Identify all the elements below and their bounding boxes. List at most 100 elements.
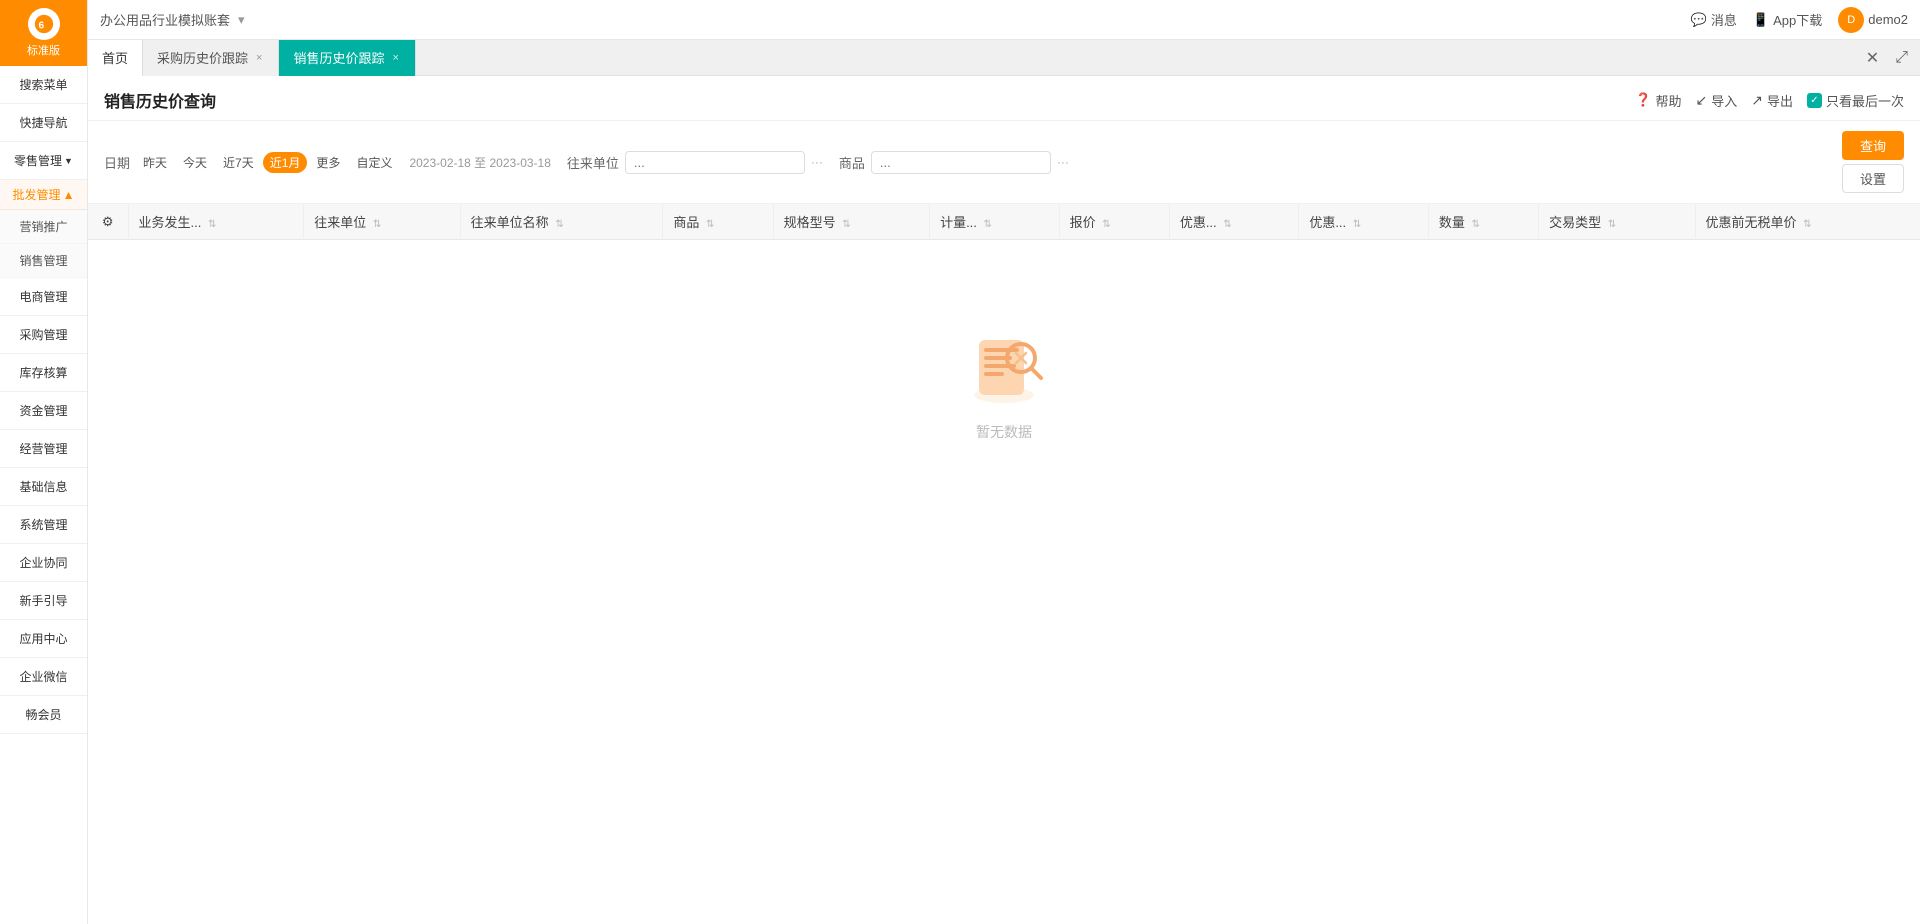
- sidebar-item-label: 资金管理: [19, 404, 67, 418]
- import-icon: ↙: [1695, 92, 1707, 109]
- sidebar-item-system[interactable]: 系统管理: [0, 506, 87, 544]
- table-col-spec[interactable]: 规格型号 ⇅: [773, 204, 929, 240]
- sidebar-item-label: 批发管理: [13, 186, 61, 203]
- sidebar-item-search[interactable]: 搜索菜单: [0, 66, 87, 104]
- table-col-partner-name[interactable]: 往来单位名称 ⇅: [460, 204, 663, 240]
- table-col-pretax-price[interactable]: 优惠前无税单价 ⇅: [1695, 204, 1920, 240]
- date-opt-7days[interactable]: 近7天: [216, 152, 261, 173]
- app-title-dropdown-icon[interactable]: ▾: [238, 12, 245, 28]
- query-button[interactable]: 查询: [1842, 131, 1904, 160]
- table-col-biz-date[interactable]: 业务发生... ⇅: [128, 204, 304, 240]
- empty-state: 暂无数据: [88, 240, 1920, 502]
- top-bar: 办公用品行业模拟账套 ▾ 💬 消息 📱 App下载 D demo2: [88, 0, 1920, 40]
- sidebar-item-basic[interactable]: 基础信息: [0, 468, 87, 506]
- partner-filter-group: 往来单位 ···: [567, 151, 823, 174]
- table-col-partner-code[interactable]: 往来单位 ⇅: [304, 204, 460, 240]
- tab-sales-history-label: 销售历史价跟踪: [293, 48, 384, 67]
- sidebar-item-label: 新手引导: [19, 594, 67, 608]
- sort-icon: ⇅: [208, 219, 216, 230]
- table-col-product[interactable]: 商品 ⇅: [663, 204, 773, 240]
- page-content: 销售历史价查询 ❓ 帮助 ↙ 导入 ↗ 导出 ✓ 只: [88, 76, 1920, 924]
- export-button[interactable]: ↗ 导出: [1751, 91, 1793, 110]
- sidebar-item-wechat[interactable]: 企业微信: [0, 658, 87, 696]
- sidebar-item-sales[interactable]: 销售管理: [0, 244, 87, 278]
- table-col-discount2[interactable]: 优惠... ⇅: [1299, 204, 1429, 240]
- table-col-gear[interactable]: ⚙: [88, 204, 128, 240]
- message-icon: 💬: [1691, 12, 1707, 28]
- partner-dots-button[interactable]: ···: [811, 155, 823, 169]
- only-last-checkbox[interactable]: ✓: [1807, 93, 1822, 108]
- sidebar-item-label: 零售管理: [14, 152, 62, 169]
- only-last-checkbox-label[interactable]: ✓ 只看最后一次: [1807, 91, 1904, 110]
- page-header: 销售历史价查询 ❓ 帮助 ↙ 导入 ↗ 导出 ✓ 只: [88, 76, 1920, 121]
- sidebar-item-label: 企业微信: [19, 670, 67, 684]
- sort-icon: ⇅: [842, 219, 850, 230]
- sidebar-item-guide[interactable]: 新手引导: [0, 582, 87, 620]
- tab-sales-history-close[interactable]: ×: [390, 52, 400, 64]
- tab-expand-button[interactable]: ⤢: [1891, 47, 1912, 69]
- sort-icon: ⇅: [706, 219, 714, 230]
- date-opt-yesterday[interactable]: 昨天: [136, 152, 174, 173]
- sidebar-item-finance[interactable]: 资金管理: [0, 392, 87, 430]
- sidebar-item-inventory[interactable]: 库存核算: [0, 354, 87, 392]
- sidebar-item-label: 畅会员: [25, 708, 61, 722]
- sidebar-item-operation[interactable]: 经营管理: [0, 430, 87, 468]
- sidebar-item-quick-nav[interactable]: 快捷导航: [0, 104, 87, 142]
- message-button[interactable]: 💬 消息: [1691, 10, 1737, 29]
- help-button[interactable]: ❓ 帮助: [1635, 91, 1681, 110]
- product-dots-button[interactable]: ···: [1057, 155, 1069, 169]
- table-col-unit[interactable]: 计量... ⇅: [930, 204, 1060, 240]
- tab-purchase-history-close[interactable]: ×: [254, 52, 264, 64]
- help-icon: ❓: [1635, 92, 1651, 108]
- tab-sales-history[interactable]: 销售历史价跟踪 ×: [279, 40, 415, 76]
- date-opt-today[interactable]: 今天: [176, 152, 214, 173]
- sidebar-item-apps[interactable]: 应用中心: [0, 620, 87, 658]
- date-opt-1month[interactable]: 近1月: [263, 152, 308, 173]
- date-filter-group: 日期 昨天 今天 近7天 近1月 更多 自定义 2023-02-18 至 202…: [104, 152, 551, 173]
- tab-home[interactable]: 首页: [88, 40, 143, 76]
- sort-icon: ⇅: [984, 219, 992, 230]
- tab-home-label: 首页: [102, 48, 128, 67]
- settings-button[interactable]: 设置: [1842, 164, 1904, 193]
- empty-icon: [959, 320, 1049, 410]
- sidebar-item-retail[interactable]: 零售管理 ▼: [0, 142, 87, 180]
- table-col-quantity[interactable]: 数量 ⇅: [1428, 204, 1538, 240]
- user-menu[interactable]: D demo2: [1838, 7, 1908, 33]
- partner-filter-label: 往来单位: [567, 153, 619, 172]
- table-col-quoted-price[interactable]: 报价 ⇅: [1059, 204, 1169, 240]
- sidebar-item-label: 企业协同: [19, 556, 67, 570]
- tab-purchase-history[interactable]: 采购历史价跟踪 ×: [143, 40, 279, 76]
- app-download-button[interactable]: 📱 App下载: [1753, 10, 1822, 29]
- partner-input[interactable]: [625, 151, 805, 174]
- date-opt-custom[interactable]: 自定义: [349, 152, 399, 173]
- sidebar-item-label: 销售管理: [19, 254, 67, 268]
- import-button[interactable]: ↙ 导入: [1695, 91, 1737, 110]
- date-range-display: 2023-02-18 至 2023-03-18: [409, 154, 550, 171]
- sidebar-item-enterprise[interactable]: 企业协同: [0, 544, 87, 582]
- sidebar-item-purchase[interactable]: 采购管理: [0, 316, 87, 354]
- sort-icon: ⇅: [1353, 219, 1361, 230]
- sidebar-item-marketing[interactable]: 营销推广: [0, 210, 87, 244]
- sort-icon: ⇅: [1223, 219, 1231, 230]
- sidebar-item-label: 应用中心: [19, 632, 67, 646]
- import-label: 导入: [1711, 91, 1737, 110]
- sidebar-item-ecommerce[interactable]: 电商管理: [0, 278, 87, 316]
- sidebar-item-wholesale[interactable]: 批发管理 ▲: [0, 180, 87, 210]
- page-title: 销售历史价查询: [104, 88, 216, 112]
- product-input[interactable]: [871, 151, 1051, 174]
- export-label: 导出: [1767, 91, 1793, 110]
- date-opt-more[interactable]: 更多: [309, 152, 347, 173]
- sidebar-item-member[interactable]: 畅会员: [0, 696, 87, 734]
- date-options: 昨天 今天 近7天 近1月 更多 自定义: [136, 152, 399, 173]
- app-title: 办公用品行业模拟账套: [100, 10, 230, 29]
- tab-purchase-history-label: 采购历史价跟踪: [157, 48, 248, 67]
- sidebar-item-label: 基础信息: [19, 480, 67, 494]
- sidebar-item-label: 采购管理: [19, 328, 67, 342]
- sidebar-item-label: 经营管理: [19, 442, 67, 456]
- table-col-discount1[interactable]: 优惠... ⇅: [1169, 204, 1299, 240]
- table-col-trade-type[interactable]: 交易类型 ⇅: [1539, 204, 1695, 240]
- main-area: 办公用品行业模拟账套 ▾ 💬 消息 📱 App下载 D demo2 首页 采购历…: [88, 0, 1920, 924]
- empty-text: 暂无数据: [976, 422, 1032, 442]
- only-last-label: 只看最后一次: [1826, 91, 1904, 110]
- tab-close-all-button[interactable]: ✕: [1862, 46, 1883, 70]
